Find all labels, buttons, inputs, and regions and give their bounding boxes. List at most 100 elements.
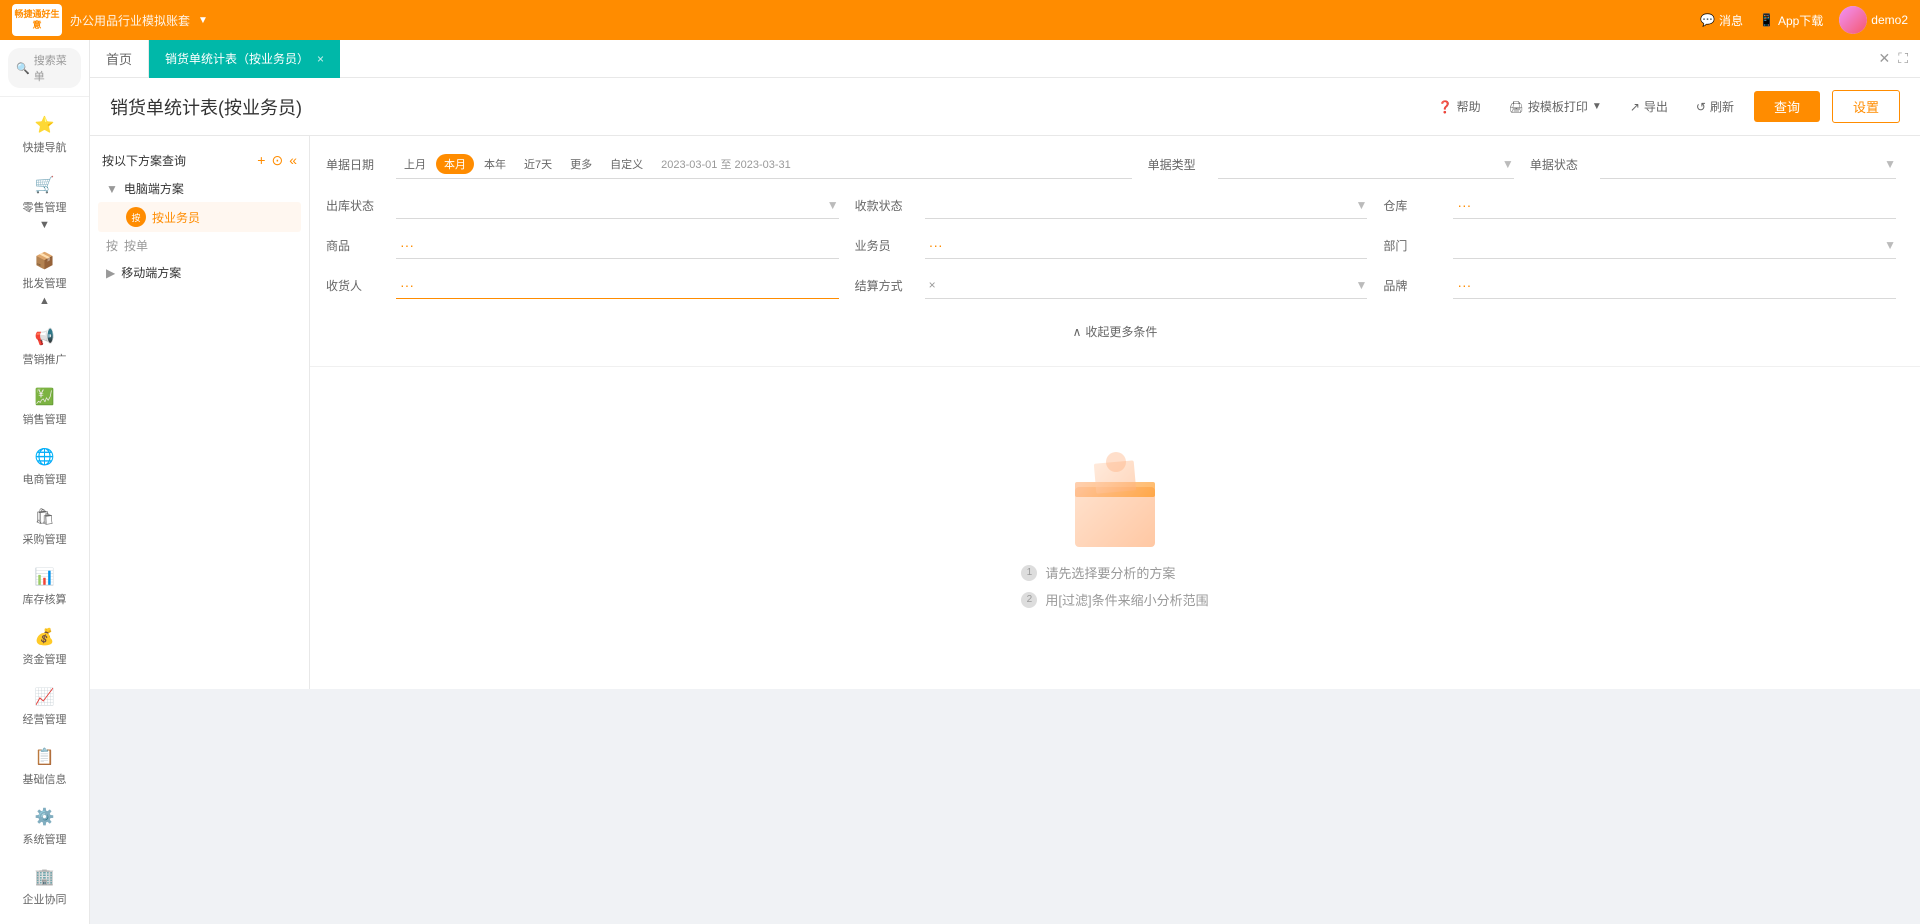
type-value[interactable]: ▼ [1218,151,1514,179]
settlement-clear-button[interactable]: × [929,278,936,292]
retail-icon: 🛒 [35,175,55,195]
filter-settlement-col: 结算方式 × ▼ [855,271,1368,299]
date-btn-thisyear[interactable]: 本年 [476,154,514,174]
sidebar-item-inventory[interactable]: 📊 库存核算 [0,557,89,617]
sidebar-item-sales[interactable]: 💹 销售管理 [0,377,89,437]
user-menu[interactable]: demo2 [1839,6,1908,34]
sidebar-item-retail[interactable]: 🛒 零售管理 ▼ [0,165,89,241]
warehouse-label: 仓库 [1383,197,1453,214]
retail-expand-icon: ▼ [39,219,50,231]
desktop-group-label: 电脑端方案 [124,180,184,197]
top-bar: 畅捷通好生意 办公用品行业模拟账套 ▼ 💬 消息 📱 App下载 demo2 [0,0,1920,40]
operations-icon: 📈 [35,687,55,707]
print-button[interactable]: 🖨 按模板打印 ▼ [1501,94,1610,119]
message-icon: 💬 [1700,13,1715,27]
sidebar-item-ecommerce[interactable]: 🌐 电商管理 [0,437,89,497]
collapse-button[interactable]: ∧ 收起更多条件 [1061,319,1170,344]
tip-text-2: 用[过滤]条件来缩小分析范围 [1045,590,1208,609]
sidebar-item-operations[interactable]: 📈 经营管理 [0,677,89,737]
scheme-edit-icon[interactable]: ⊙ [271,152,283,169]
scheme-mobile-header[interactable]: ▶ 移动端方案 [98,259,301,286]
goods-dots[interactable]: ··· [400,237,414,253]
search-menu-button[interactable]: 🔍 帮助 搜索菜单 [8,48,81,88]
status-value[interactable]: ▼ [1600,151,1896,179]
tip-num-2: 2 [1021,592,1037,608]
sidebar-item-enterprise[interactable]: 🏢 企业协同 [0,857,89,917]
settlement-value[interactable]: × ▼ [925,271,1368,299]
filter-goods-col: 商品 ··· [326,231,839,259]
date-value: 上月 本月 本年 近7天 更多 自定义 2023-03-01 至 2023-03… [396,150,1132,179]
query-button[interactable]: 查询 [1754,91,1820,122]
tip-num-1: 1 [1021,565,1037,581]
scheme-item-bystaff[interactable]: 按 按业务员 [98,202,301,232]
goods-value[interactable]: ··· [396,231,839,259]
date-btn-7days[interactable]: 近7天 [516,154,560,174]
sidebar-item-basic[interactable]: 📋 基础信息 [0,737,89,797]
export-button[interactable]: ↗ 导出 [1622,94,1676,119]
scheme-item-byorder[interactable]: 按 按单 [98,232,301,259]
scheme-collapse-icon[interactable]: « [289,152,297,169]
scheme-icons: + ⊙ « [257,152,297,169]
sidebar-item-shortcut[interactable]: ⭐ 快捷导航 [0,105,89,165]
status-dropdown-arrow: ▼ [1884,157,1896,171]
date-btn-custom[interactable]: 自定义 [602,154,651,174]
refresh-button[interactable]: ↺ 刷新 [1688,94,1742,119]
empty-tip-2: 2 用[过滤]条件来缩小分析范围 [1021,590,1208,609]
collapse-row: ∧ 收起更多条件 [326,311,1904,352]
filter-status-col: 单据状态 ▼ [1530,151,1896,179]
sidebar-nav: ⭐ 快捷导航 🛒 零售管理 ▼ 📦 批发管理 ▲ 📢 营销推广 [0,101,89,924]
help-button[interactable]: ❓ 帮助 [1430,94,1489,119]
filter-brand-col: 品牌 ··· [1383,271,1896,299]
tab-close-button[interactable]: × [317,52,324,66]
enterprise-icon: 🏢 [35,867,55,887]
avatar [1839,6,1867,34]
scheme-add-icon[interactable]: + [257,152,265,169]
search-menu-area[interactable]: 🔍 帮助 搜索菜单 [0,40,89,97]
outbound-value[interactable]: ▼ [396,191,839,219]
sidebar-item-purchase[interactable]: 🛍 采购管理 [0,497,89,557]
subtitle-dropdown-icon[interactable]: ▼ [198,15,208,26]
dept-value[interactable]: ▼ [1453,231,1896,259]
brand-value[interactable]: ··· [1453,271,1896,299]
filter-staff-col: 业务员 ··· [855,231,1368,259]
warehouse-value[interactable]: ··· [1453,191,1896,219]
tab-label: 销货单统计表（按业务员） [165,50,309,67]
sidebar-item-marketing[interactable]: 📢 营销推广 [0,317,89,377]
date-btn-lastmonth[interactable]: 上月 [396,154,434,174]
maximize-window-icon[interactable]: ⛶ [1898,50,1908,67]
date-btn-more[interactable]: 更多 [562,154,600,174]
receiver-dots[interactable]: ··· [400,277,414,293]
staff-value[interactable]: ··· [925,231,1368,259]
filter-row-outbound: 出库状态 ▼ 收款状态 ▼ [326,191,1904,219]
filter-outbound-col: 出库状态 ▼ [326,191,839,219]
sidebar-item-finance[interactable]: 💰 资金管理 [0,617,89,677]
filter-area: 单据日期 上月 本月 本年 近7天 更多 [310,136,1920,367]
warehouse-dots[interactable]: ··· [1457,197,1471,213]
tip-text-1: 请先选择要分析的方案 [1045,563,1175,582]
payment-value[interactable]: ▼ [925,191,1368,219]
scheme-active-icon: 按 [126,207,146,227]
scheme-bystaff-label: 按业务员 [152,209,200,226]
page-actions: ❓ 帮助 🖨 按模板打印 ▼ ↗ 导出 [1430,90,1900,123]
wholesale-icon: 📦 [35,251,55,271]
brand-dots[interactable]: ··· [1457,277,1471,293]
scheme-desktop-header[interactable]: ▼ 电脑端方案 [98,175,301,202]
tab-sales-stat[interactable]: 销货单统计表（按业务员） × [149,40,340,78]
sidebar-item-system[interactable]: ⚙️ 系统管理 [0,797,89,857]
logo: 畅捷通好生意 [12,4,62,36]
settings-button[interactable]: 设置 [1832,90,1900,123]
receiver-value[interactable]: ··· [396,271,839,299]
staff-dots[interactable]: ··· [929,237,943,253]
sidebar-item-wholesale[interactable]: 📦 批发管理 ▲ [0,241,89,317]
sidebar-item-newuser[interactable]: 🆕 新手引导 [0,917,89,924]
app-download-button[interactable]: 📱 App下载 [1759,12,1823,29]
close-window-icon[interactable]: ✕ [1878,50,1890,67]
message-button[interactable]: 💬 消息 [1700,12,1743,29]
status-label: 单据状态 [1530,156,1600,173]
outbound-dropdown-arrow: ▼ [827,198,839,212]
date-btn-thismonth[interactable]: 本月 [436,154,474,174]
empty-tip-1: 1 请先选择要分析的方案 [1021,563,1208,582]
scheme-group-desktop: ▼ 电脑端方案 按 按业务员 按 按单 [90,175,309,286]
print-dropdown-icon[interactable]: ▼ [1592,101,1602,112]
tab-home[interactable]: 首页 [90,40,149,78]
